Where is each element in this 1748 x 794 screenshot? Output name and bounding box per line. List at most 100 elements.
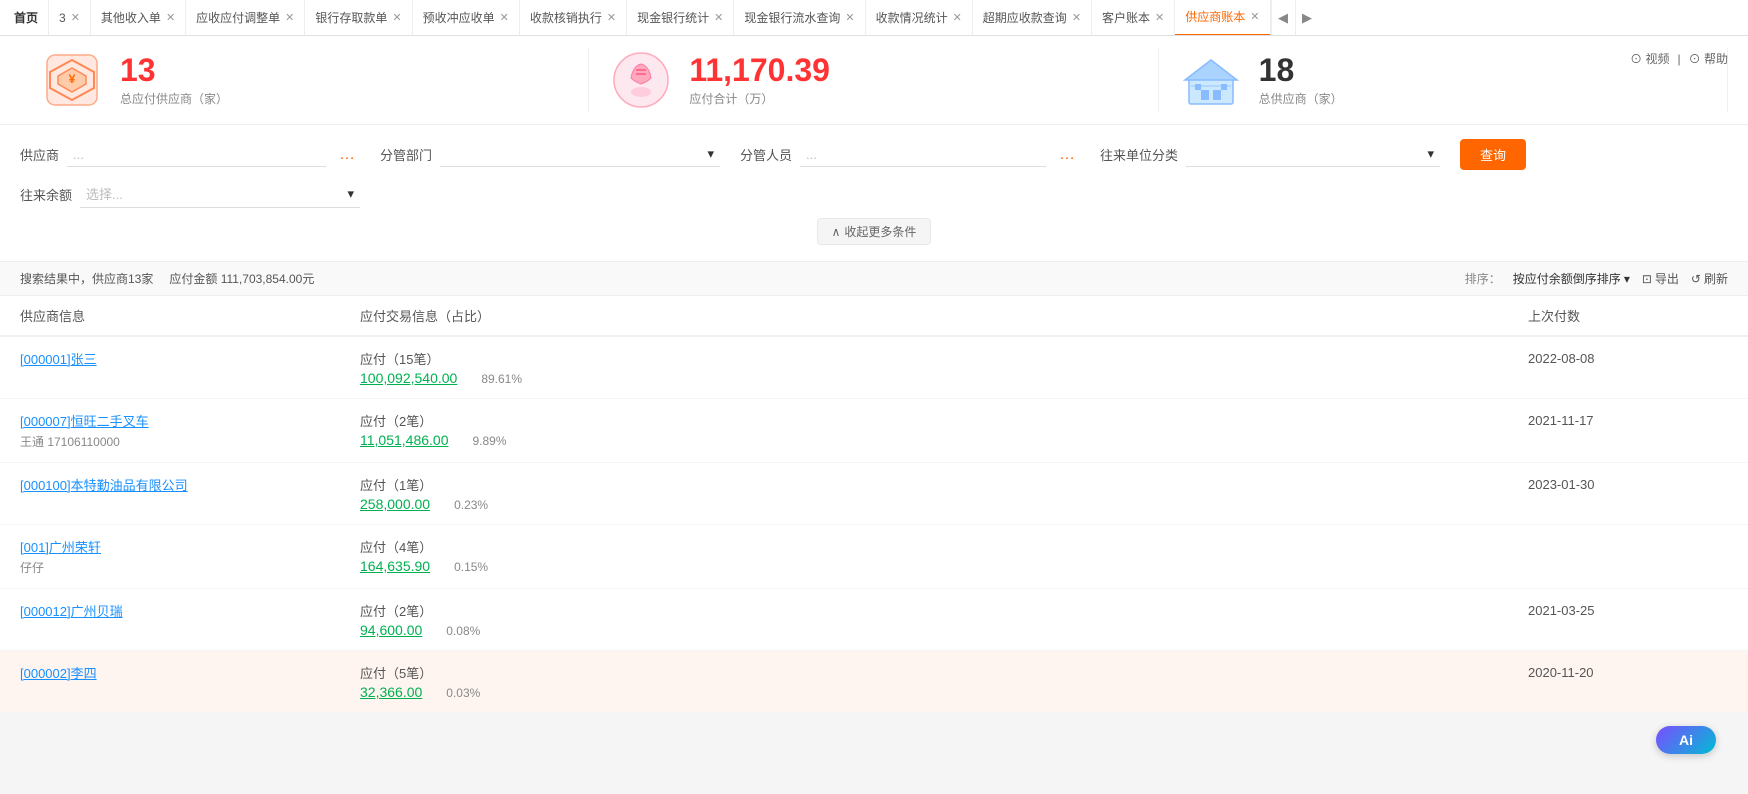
lastpay-cell-5: 2021-03-25 [1528, 601, 1728, 618]
supplier-contact-2: 王通 17106110000 [20, 433, 340, 450]
banner-links: ⊙ 视频 | ⊙ 帮助 [1630, 50, 1728, 67]
supplier-cell-1: [000001]张三 [20, 349, 340, 368]
lastpay-cell-6: 2020-11-20 [1528, 663, 1728, 680]
nav-tab-overdue-ar[interactable]: 超期应收款查询 ✕ [973, 0, 1092, 36]
close-other-income[interactable]: ✕ [166, 11, 175, 24]
nav-tab-customer-ledger[interactable]: 客户账本 ✕ [1092, 0, 1175, 36]
transaction-cell-1: 应付（15笔） 100,092,540.00 89.61% [340, 349, 1528, 386]
table-row: [001]广州荣轩 仔仔 应付（4笔） 164,635.90 0.15% [0, 525, 1748, 589]
trans-label-5: 应付（2笔） [360, 601, 1528, 620]
supplier-more-btn[interactable]: … [334, 142, 360, 168]
ar-ap-adj-label: 应收应付调整单 [196, 9, 280, 26]
close-bank-deposit[interactable]: ✕ [392, 11, 401, 24]
table-header: 供应商信息 应付交易信息（占比） 上次付数 [0, 296, 1748, 337]
trans-amount-5[interactable]: 94,600.00 [360, 622, 422, 638]
close-prepay-offset[interactable]: ✕ [500, 11, 509, 24]
balance-filter-label: 往来余额 [20, 185, 72, 204]
balance-placeholder: 选择... [86, 184, 123, 203]
supplier-filter-label: 供应商 [20, 145, 59, 164]
table-row: [000002]李四 应付（5笔） 32,366.00 0.03% 2020-1… [0, 651, 1748, 713]
dept-filter-select[interactable]: ▾ [440, 142, 720, 167]
supplier-link-5[interactable]: [000012]广州贝瑞 [20, 601, 340, 620]
collapse-chevron-up-icon: ∧ [832, 225, 841, 239]
payable-suppliers-icon: ¥ [40, 48, 104, 112]
nav-tab-home[interactable]: 首页 [4, 0, 49, 36]
header-lastpay: 上次付数 [1528, 306, 1728, 325]
table-row: [000100]本特勤油品有限公司 应付（1笔） 258,000.00 0.23… [0, 463, 1748, 525]
supplier-filter-input[interactable] [67, 143, 326, 167]
trans-amount-2[interactable]: 11,051,486.00 [360, 432, 449, 448]
nav-next-arrow[interactable]: ▶ [1295, 0, 1319, 36]
supplier-link-1[interactable]: [000001]张三 [20, 349, 340, 368]
cash-bank-stat-label: 现金银行统计 [637, 9, 709, 26]
export-icon: ⊡ [1642, 272, 1652, 286]
trans-label-3: 应付（1笔） [360, 475, 1528, 494]
refresh-icon: ↺ [1691, 272, 1701, 286]
table-row: [000012]广州贝瑞 应付（2笔） 94,600.00 0.08% 2021… [0, 589, 1748, 651]
close-cash-bank-stat[interactable]: ✕ [714, 11, 723, 24]
supplier-link-6[interactable]: [000002]李四 [20, 663, 340, 682]
trans-amount-6[interactable]: 32,366.00 [360, 684, 422, 700]
trans-amount-1[interactable]: 100,092,540.00 [360, 370, 457, 386]
nav-prev-arrow[interactable]: ◀ [1271, 0, 1295, 36]
transaction-cell-5: 应付（2笔） 94,600.00 0.08% [340, 601, 1528, 638]
person-filter-input[interactable] [800, 143, 1046, 167]
ai-badge[interactable]: Ai [1656, 726, 1716, 754]
balance-filter-select[interactable]: 选择... ▾ [80, 180, 360, 208]
trans-pct-1: 89.61% [481, 372, 522, 386]
payable-suppliers-label: 总应付供应商（家） [120, 90, 228, 107]
close-overdue-ar[interactable]: ✕ [1072, 11, 1081, 24]
transaction-cell-2: 应付（2笔） 11,051,486.00 9.89% [340, 411, 1528, 448]
nav-tab-receipt-stat[interactable]: 收款情况统计 ✕ [866, 0, 973, 36]
filter-row-2: 往来余额 选择... ▾ [20, 180, 1728, 208]
total-suppliers-icon [1179, 48, 1243, 112]
close-receipt-stat[interactable]: ✕ [953, 11, 962, 24]
nav-tab-payment-verify[interactable]: 收款核销执行 ✕ [520, 0, 627, 36]
svg-text:¥: ¥ [69, 72, 76, 86]
close-customer-ledger[interactable]: ✕ [1155, 11, 1164, 24]
payable-total-info: 11,170.39 应付合计（万） [689, 53, 830, 107]
separator: | [1678, 52, 1681, 66]
stats-banner: ¥ 13 总应付供应商（家） 11,170.39 应付合计（万） [0, 36, 1748, 125]
nav-tab-other-income[interactable]: 其他收入单 ✕ [91, 0, 186, 36]
sort-select[interactable]: 按应付余额倒序排序 ▾ [1513, 270, 1630, 287]
nav-tab-cash-bank-flow[interactable]: 现金银行流水查询 ✕ [734, 0, 865, 36]
close-payment-verify[interactable]: ✕ [607, 11, 616, 24]
close-cash-bank-flow[interactable]: ✕ [845, 11, 854, 24]
payment-verify-label: 收款核销执行 [530, 9, 602, 26]
search-button[interactable]: 查询 [1460, 139, 1526, 170]
collapse-filters-button[interactable]: ∧ 收起更多条件 [817, 218, 932, 245]
payable-total-icon [609, 48, 673, 112]
supplier-cell-6: [000002]李四 [20, 663, 340, 682]
refresh-button[interactable]: ↺ 刷新 [1691, 270, 1728, 287]
trans-pct-5: 0.08% [446, 624, 480, 638]
nav-tab-3[interactable]: 3 ✕ [49, 0, 91, 36]
nav-tab-supplier-ledger[interactable]: 供应商账本 ✕ [1175, 0, 1270, 36]
trans-pct-4: 0.15% [454, 560, 488, 574]
dept-chevron-down-icon: ▾ [707, 146, 714, 162]
data-table: 供应商信息 应付交易信息（占比） 上次付数 [000001]张三 应付（15笔）… [0, 296, 1748, 713]
nav-tab-ar-ap-adj[interactable]: 应收应付调整单 ✕ [186, 0, 305, 36]
help-link[interactable]: ⊙ 帮助 [1689, 50, 1728, 67]
category-filter-select[interactable]: ▾ [1186, 142, 1440, 167]
video-link[interactable]: ⊙ 视频 [1630, 50, 1669, 67]
nav-tab-bank-deposit[interactable]: 银行存取款单 ✕ [305, 0, 412, 36]
trans-amount-3[interactable]: 258,000.00 [360, 496, 430, 512]
supplier-link-3[interactable]: [000100]本特勤油品有限公司 [20, 475, 340, 494]
supplier-link-2[interactable]: [000007]恒旺二手叉车 [20, 411, 340, 430]
nav-tab-prepay-offset[interactable]: 预收冲应收单 ✕ [413, 0, 520, 36]
close-tab-3[interactable]: ✕ [71, 11, 80, 24]
lastpay-cell-1: 2022-08-08 [1528, 349, 1728, 366]
person-more-btn[interactable]: … [1054, 142, 1080, 168]
filter-balance: 往来余额 选择... ▾ [20, 180, 360, 208]
results-summary: 搜索结果中，供应商13家 应付金额 111,703,854.00元 [20, 270, 314, 287]
close-supplier-ledger[interactable]: ✕ [1250, 10, 1259, 23]
nav-tab-cash-bank-stat[interactable]: 现金银行统计 ✕ [627, 0, 734, 36]
supplier-link-4[interactable]: [001]广州荣轩 [20, 537, 340, 556]
results-actions: 排序： 按应付余额倒序排序 ▾ ⊡ 导出 ↺ 刷新 [1465, 270, 1728, 287]
trans-pct-3: 0.23% [454, 498, 488, 512]
trans-label-6: 应付（5笔） [360, 663, 1528, 682]
close-ar-ap-adj[interactable]: ✕ [285, 11, 294, 24]
trans-amount-4[interactable]: 164,635.90 [360, 558, 430, 574]
export-button[interactable]: ⊡ 导出 [1642, 270, 1679, 287]
